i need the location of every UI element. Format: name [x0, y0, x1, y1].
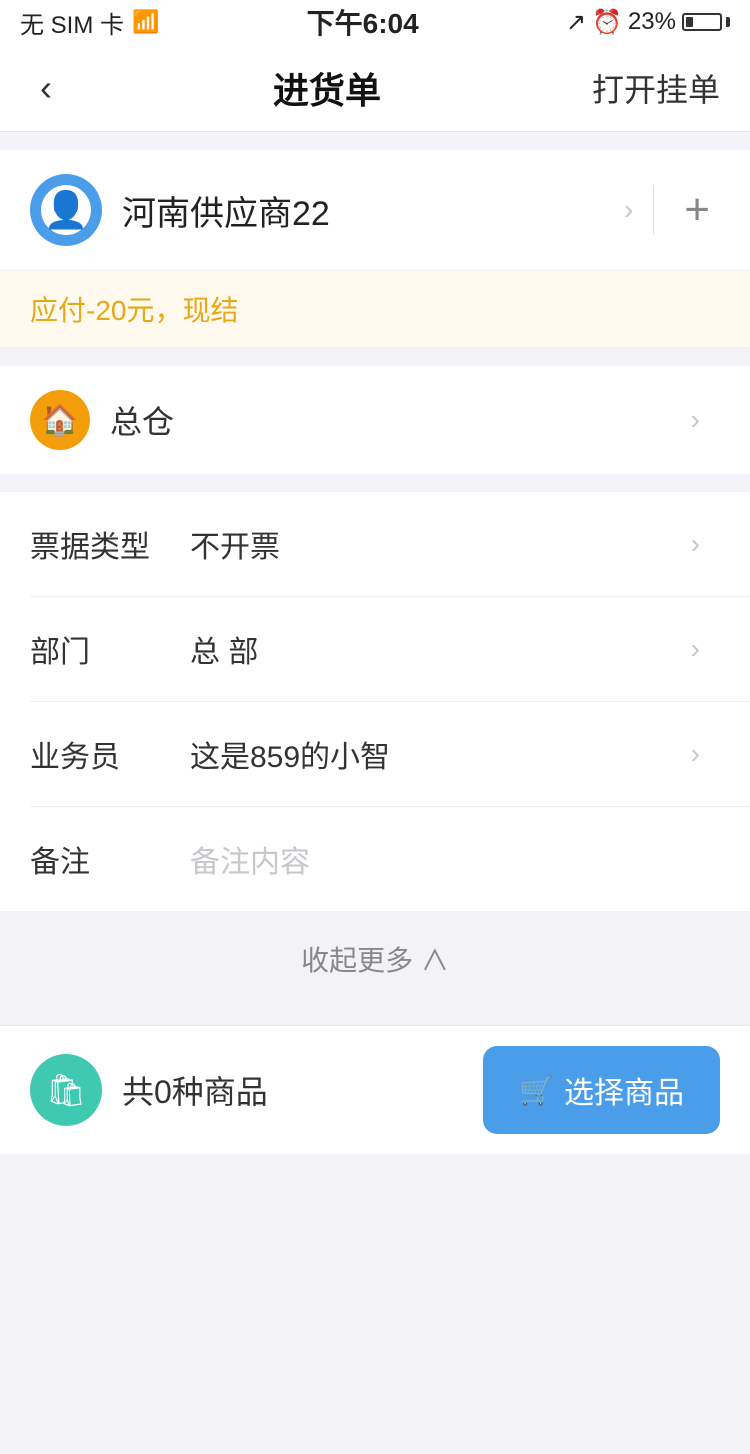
page-title: 进货单 — [273, 62, 381, 114]
open-pending-button[interactable]: 打开挂单 — [592, 65, 720, 111]
section-gap-2 — [0, 348, 750, 366]
invoice-label: 票据类型 — [30, 522, 190, 566]
house-icon: 🏠 — [41, 403, 78, 438]
sales-row[interactable]: 业务员 这是859的小智 › — [0, 702, 750, 806]
avatar-inner: 👤 — [41, 185, 91, 235]
invoice-row[interactable]: 票据类型 不开票 › — [0, 492, 750, 596]
status-bar: 无 SIM 卡 📶 下午6:04 ↗ ⏰ 23% — [0, 0, 750, 44]
supplier-section: 👤 河南供应商22 › + 应付-20元，现结 — [0, 150, 750, 348]
select-product-label: 选择商品 — [564, 1068, 684, 1112]
dept-value: 总 部 — [190, 627, 691, 671]
status-left: 无 SIM 卡 📶 — [20, 5, 159, 40]
person-icon: 👤 — [44, 189, 89, 231]
supplier-avatar: 👤 — [30, 174, 102, 246]
invoice-value: 不开票 — [190, 522, 691, 566]
empty-area — [0, 1154, 750, 1454]
alert-row: 应付-20元，现结 — [0, 271, 750, 348]
battery-percent: 23% — [628, 8, 676, 36]
warehouse-name: 总仓 — [110, 397, 691, 443]
divider — [653, 185, 654, 235]
wifi-icon: 📶 — [132, 9, 159, 35]
sales-chevron-icon: › — [691, 738, 700, 770]
section-gap-1 — [0, 132, 750, 150]
select-product-button[interactable]: 🛒 选择商品 — [483, 1046, 720, 1134]
form-section: 票据类型 不开票 › 部门 总 部 › 业务员 这是859的小智 › 备注 备注… — [0, 492, 750, 911]
dept-chevron-icon: › — [691, 633, 700, 665]
status-right: ↗ ⏰ 23% — [566, 8, 730, 37]
supplier-chevron-icon: › — [624, 194, 633, 226]
collapse-label: 收起更多 ∧ — [301, 945, 449, 976]
sim-label: 无 SIM 卡 — [20, 5, 124, 40]
warehouse-chevron-icon: › — [691, 404, 700, 436]
remark-row[interactable]: 备注 备注内容 — [0, 807, 750, 911]
product-icon: 🛍 — [46, 1071, 87, 1109]
battery-icon — [682, 13, 730, 31]
supplier-name: 河南供应商22 — [122, 186, 624, 235]
sales-label: 业务员 — [30, 732, 190, 776]
select-product-icon: 🛒 — [519, 1074, 554, 1107]
sales-value: 这是859的小智 — [190, 732, 691, 776]
warehouse-icon-wrap: 🏠 — [30, 390, 90, 450]
collapse-row[interactable]: 收起更多 ∧ — [0, 911, 750, 1007]
nav-bar: ‹ 进货单 打开挂单 — [0, 44, 750, 132]
remark-placeholder: 备注内容 — [190, 837, 720, 881]
location-icon: ↗ — [566, 8, 586, 37]
status-time: 下午6:04 — [307, 2, 419, 42]
remark-label: 备注 — [30, 837, 190, 881]
alert-text: 应付-20元，现结 — [30, 295, 238, 326]
warehouse-section: 🏠 总仓 › — [0, 366, 750, 474]
supplier-row[interactable]: 👤 河南供应商22 › + — [0, 150, 750, 271]
dept-row[interactable]: 部门 总 部 › — [0, 597, 750, 701]
add-supplier-button[interactable]: + — [674, 185, 720, 235]
product-count: 共0种商品 — [122, 1067, 483, 1113]
product-icon-wrap: 🛍 — [30, 1054, 102, 1126]
dept-label: 部门 — [30, 627, 190, 671]
product-bar: 🛍 共0种商品 🛒 选择商品 — [0, 1025, 750, 1154]
alarm-icon: ⏰ — [592, 8, 622, 37]
invoice-chevron-icon: › — [691, 528, 700, 560]
section-gap-4 — [0, 1007, 750, 1025]
warehouse-row[interactable]: 🏠 总仓 › — [0, 366, 750, 474]
section-gap-3 — [0, 474, 750, 492]
back-button[interactable]: ‹ — [30, 57, 62, 119]
